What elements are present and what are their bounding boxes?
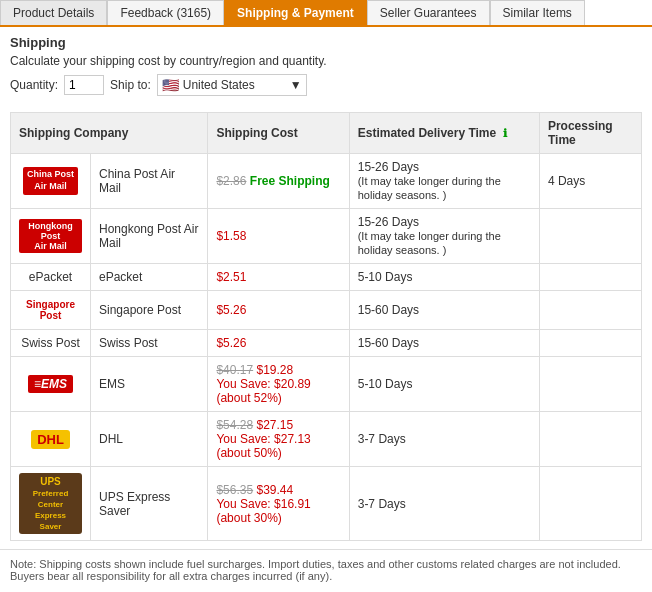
th-company: Shipping Company [11, 113, 208, 154]
sale-price: $27.15 [256, 418, 293, 432]
shipping-title: Shipping [10, 35, 642, 50]
delivery-cell: 5-10 Days [349, 264, 539, 291]
original-price: $40.17 [216, 363, 253, 377]
delivery-cell: 15-60 Days [349, 330, 539, 357]
sale-price: $5.26 [216, 336, 246, 350]
processing-cell [539, 291, 641, 330]
table-row: Swiss Post Swiss Post $5.26 15-60 Days [11, 330, 642, 357]
qty-label: Quantity: [10, 78, 58, 92]
flag-icon: 🇺🇸 [162, 77, 179, 93]
company-name-cell: EMS [91, 357, 208, 412]
company-name-cell: UPS Express Saver [91, 467, 208, 541]
company-name-cell: Singapore Post [91, 291, 208, 330]
tab-bar: Product Details Feedback (3165) Shipping… [0, 0, 652, 27]
tab-product-details[interactable]: Product Details [0, 0, 107, 25]
cost-cell: $56.35 $39.44 You Save: $16.91 (about 30… [208, 467, 349, 541]
ups-logo: UPSPreferredCenterExpress Saver [19, 473, 82, 534]
shipping-table: Shipping Company Shipping Cost Estimated… [10, 112, 642, 541]
logo-cell: UPSPreferredCenterExpress Saver [11, 467, 91, 541]
th-processing: Processing Time [539, 113, 641, 154]
processing-cell [539, 209, 641, 264]
table-row: China PostAir Mail China Post Air Mail $… [11, 154, 642, 209]
logo-cell: Swiss Post [11, 330, 91, 357]
company-name-cell: Swiss Post [91, 330, 208, 357]
logo-cell: China PostAir Mail [11, 154, 91, 209]
quantity-input[interactable] [64, 75, 104, 95]
table-row: Hongkong PostAir Mail Hongkong Post Air … [11, 209, 642, 264]
dropdown-arrow-icon: ▼ [290, 78, 302, 92]
savings-label: You Save: $27.13 (about 50%) [216, 432, 310, 460]
delivery-cell: 15-26 Days(It may take longer during the… [349, 154, 539, 209]
original-price: $2.86 [216, 174, 246, 188]
dhl-logo: DHL [31, 430, 70, 449]
cost-cell: $2.86 Free Shipping [208, 154, 349, 209]
tab-feedback[interactable]: Feedback (3165) [107, 0, 224, 25]
table-row: ≡EMS EMS $40.17 $19.28 You Save: $20.89 … [11, 357, 642, 412]
company-name-cell: DHL [91, 412, 208, 467]
processing-cell [539, 467, 641, 541]
company-name-cell: China Post Air Mail [91, 154, 208, 209]
sale-price: $2.51 [216, 270, 246, 284]
tab-shipping-payment[interactable]: Shipping & Payment [224, 0, 367, 25]
processing-cell [539, 412, 641, 467]
country-selector[interactable]: 🇺🇸 United States ▼ [157, 74, 307, 96]
ship-to-label: Ship to: [110, 78, 151, 92]
tab-similar-items[interactable]: Similar Items [490, 0, 585, 25]
ems-logo: ≡EMS [28, 375, 73, 393]
table-row: ePacket ePacket $2.51 5-10 Days [11, 264, 642, 291]
note-text: Note: Shipping costs shown include fuel … [10, 558, 621, 582]
shipping-section: Shipping Calculate your shipping cost by… [0, 27, 652, 112]
shipping-table-container: Shipping Company Shipping Cost Estimated… [0, 112, 652, 549]
cost-cell: $54.28 $27.15 You Save: $27.13 (about 50… [208, 412, 349, 467]
country-value: United States [183, 78, 255, 92]
calc-label: Calculate your shipping cost by country/… [10, 54, 642, 68]
sale-price: $5.26 [216, 303, 246, 317]
processing-cell [539, 357, 641, 412]
logo-cell: DHL [11, 412, 91, 467]
cost-cell: $2.51 [208, 264, 349, 291]
delivery-cell: 3-7 Days [349, 412, 539, 467]
sale-price: $1.58 [216, 229, 246, 243]
processing-cell: 4 Days [539, 154, 641, 209]
cost-cell: $1.58 [208, 209, 349, 264]
savings-label: You Save: $20.89 (about 52%) [216, 377, 310, 405]
company-name-cell: ePacket [91, 264, 208, 291]
hkpost-logo: Hongkong PostAir Mail [19, 219, 82, 253]
qty-row: Quantity: Ship to: 🇺🇸 United States ▼ [10, 74, 642, 96]
cost-cell: $5.26 [208, 330, 349, 357]
processing-cell [539, 264, 641, 291]
tab-seller-guarantees[interactable]: Seller Guarantees [367, 0, 490, 25]
sale-price: $19.28 [256, 363, 293, 377]
sgpost-logo: SingaporePost [22, 297, 79, 323]
swisspost-label: Swiss Post [21, 336, 80, 350]
logo-cell: SingaporePost [11, 291, 91, 330]
note-section: Note: Shipping costs shown include fuel … [0, 549, 652, 590]
savings-label: You Save: $16.91 (about 30%) [216, 497, 310, 525]
cost-cell: $40.17 $19.28 You Save: $20.89 (about 52… [208, 357, 349, 412]
chinapost-logo: China PostAir Mail [23, 167, 78, 194]
original-price: $56.35 [216, 483, 253, 497]
delivery-cell: 15-26 Days(It may take longer during the… [349, 209, 539, 264]
th-delivery: Estimated Delivery Time ℹ [349, 113, 539, 154]
free-shipping-label: Free Shipping [250, 174, 330, 188]
epacket-label: ePacket [29, 270, 72, 284]
logo-cell: Hongkong PostAir Mail [11, 209, 91, 264]
logo-cell: ePacket [11, 264, 91, 291]
table-row: UPSPreferredCenterExpress Saver UPS Expr… [11, 467, 642, 541]
delivery-info-icon[interactable]: ℹ [503, 127, 507, 139]
th-cost: Shipping Cost [208, 113, 349, 154]
original-price: $54.28 [216, 418, 253, 432]
table-row: DHL DHL $54.28 $27.15 You Save: $27.13 (… [11, 412, 642, 467]
delivery-cell: 15-60 Days [349, 291, 539, 330]
table-row: SingaporePost Singapore Post $5.26 15-60… [11, 291, 642, 330]
delivery-cell: 3-7 Days [349, 467, 539, 541]
delivery-cell: 5-10 Days [349, 357, 539, 412]
sale-price: $39.44 [256, 483, 293, 497]
cost-cell: $5.26 [208, 291, 349, 330]
processing-cell [539, 330, 641, 357]
company-name-cell: Hongkong Post Air Mail [91, 209, 208, 264]
logo-cell: ≡EMS [11, 357, 91, 412]
